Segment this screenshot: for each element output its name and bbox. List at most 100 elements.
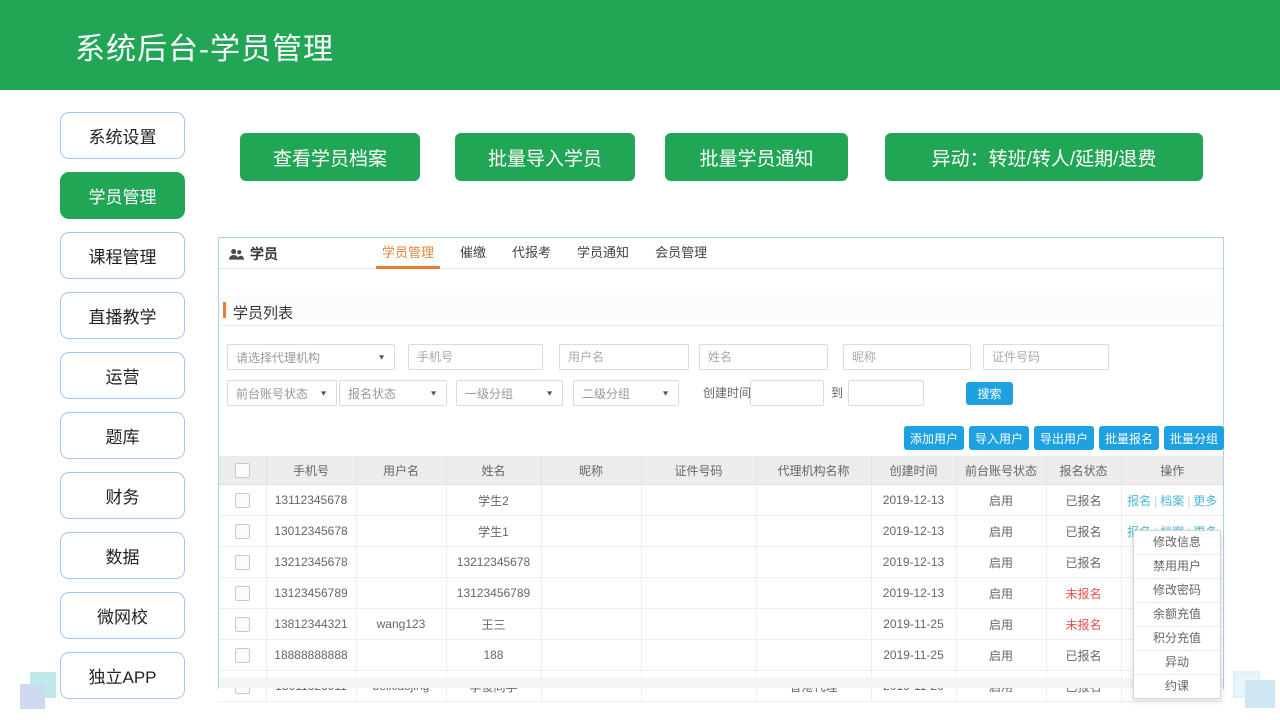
menu-item-1[interactable]: 修改信息 xyxy=(1134,531,1220,554)
table-cell: wang123 xyxy=(356,609,446,640)
row-checkbox-cell xyxy=(219,485,266,516)
table-cell xyxy=(541,516,641,547)
chevron-down-icon: ▼ xyxy=(545,389,554,397)
table-row: 188888888881882019-11-25启用已报名 xyxy=(219,640,1223,671)
reg-status-cell: 已报名 xyxy=(1046,516,1121,547)
reg-status-cell: 已报名 xyxy=(1046,640,1121,671)
table-cell: 13212345678 xyxy=(266,547,356,578)
quick-action-button-3[interactable]: 批量学员通知 xyxy=(665,133,848,181)
column-header: 前台账号状态 xyxy=(956,456,1046,485)
sidebar-item-4[interactable]: 直播教学 xyxy=(60,292,185,339)
sidebar-item-7[interactable]: 财务 xyxy=(60,472,185,519)
sidebar-item-1[interactable]: 系统设置 xyxy=(60,112,185,159)
chevron-down-icon: ▼ xyxy=(429,389,438,397)
reg-status-cell: 已报名 xyxy=(1046,547,1121,578)
column-header: 操作 xyxy=(1121,456,1223,485)
table-cell: 学生2 xyxy=(446,485,541,516)
group1-select[interactable]: 一级分组 ▼ xyxy=(456,380,563,406)
quick-action-button-2[interactable]: 批量导入学员 xyxy=(455,133,635,181)
group2-select[interactable]: 二级分组 ▼ xyxy=(573,380,679,406)
table-action-button-5[interactable]: 批量分组 xyxy=(1164,426,1224,450)
menu-item-4[interactable]: 余额充值 xyxy=(1134,602,1220,626)
sidebar-item-9[interactable]: 微网校 xyxy=(60,592,185,639)
table-cell xyxy=(641,516,756,547)
quick-action-button-4[interactable]: 异动：转班/转人/延期/退费 xyxy=(885,133,1203,181)
table-cell xyxy=(541,485,641,516)
select-all-checkbox[interactable] xyxy=(235,463,250,478)
table-cell xyxy=(541,547,641,578)
table-cell xyxy=(641,547,756,578)
id-number-input[interactable] xyxy=(983,344,1109,370)
search-button[interactable]: 搜索 xyxy=(966,382,1013,405)
module-label: 学员 xyxy=(229,244,278,264)
sidebar-item-6[interactable]: 题库 xyxy=(60,412,185,459)
table-row: 13012345678学生12019-12-13启用已报名报名|档案|更多 xyxy=(219,516,1223,547)
table-cell xyxy=(756,485,871,516)
row-checkbox[interactable] xyxy=(235,586,250,601)
students-table: 手机号用户名姓名昵称证件号码代理机构名称创建时间前台账号状态报名状态操作1311… xyxy=(219,456,1223,702)
table-cell xyxy=(641,485,756,516)
tab-5[interactable]: 会员管理 xyxy=(649,238,713,269)
menu-item-6[interactable]: 异动 xyxy=(1134,650,1220,674)
table-cell: 13123456789 xyxy=(266,578,356,609)
table-action-button-4[interactable]: 批量报名 xyxy=(1099,426,1159,450)
created-time-label: 创建时间 xyxy=(703,380,751,406)
nickname-input[interactable] xyxy=(843,344,971,370)
table-action-button-1[interactable]: 添加用户 xyxy=(904,426,964,450)
table-cell: 2019-12-13 xyxy=(871,516,956,547)
row-action-link-1[interactable]: 报名 xyxy=(1127,494,1151,508)
menu-item-2[interactable]: 禁用用户 xyxy=(1134,554,1220,578)
link-separator: | xyxy=(1154,494,1157,508)
table-cell: 13123456789 xyxy=(446,578,541,609)
table-cell: 学生1 xyxy=(446,516,541,547)
group2-value: 二级分组 xyxy=(582,385,630,402)
row-action-link-3[interactable]: 更多 xyxy=(1193,494,1217,508)
quick-action-button-1[interactable]: 查看学员档案 xyxy=(240,133,420,181)
sidebar-item-10[interactable]: 独立APP xyxy=(60,652,185,699)
sidebar-item-5[interactable]: 运营 xyxy=(60,352,185,399)
row-checkbox[interactable] xyxy=(235,493,250,508)
created-from-input[interactable] xyxy=(750,380,824,406)
menu-item-5[interactable]: 积分充值 xyxy=(1134,626,1220,650)
tab-4[interactable]: 学员通知 xyxy=(571,238,635,269)
phone-input[interactable] xyxy=(408,344,543,370)
menu-item-3[interactable]: 修改密码 xyxy=(1134,578,1220,602)
username-input[interactable] xyxy=(559,344,689,370)
row-checkbox-cell xyxy=(219,640,266,671)
table-cell: 启用 xyxy=(956,485,1046,516)
table-cell xyxy=(541,578,641,609)
sidebar-item-2[interactable]: 学员管理 xyxy=(60,172,185,219)
row-checkbox[interactable] xyxy=(235,524,250,539)
name-input[interactable] xyxy=(699,344,828,370)
reg-status-cell: 未报名 xyxy=(1046,578,1121,609)
table-action-button-2[interactable]: 导入用户 xyxy=(969,426,1029,450)
table-cell xyxy=(756,547,871,578)
row-actions-cell: 报名|档案|更多 xyxy=(1121,485,1223,516)
column-header: 昵称 xyxy=(541,456,641,485)
agency-select[interactable]: 请选择代理机构 ▼ xyxy=(227,344,395,370)
tab-2[interactable]: 催缴 xyxy=(454,238,492,269)
link-separator: | xyxy=(1187,494,1190,508)
tab-3[interactable]: 代报考 xyxy=(506,238,557,269)
reg-status-select[interactable]: 报名状态 ▼ xyxy=(339,380,447,406)
row-checkbox[interactable] xyxy=(235,617,250,632)
table-cell xyxy=(756,609,871,640)
table-cell xyxy=(356,578,446,609)
more-actions-menu: 修改信息禁用用户修改密码余额充值积分充值异动约课 xyxy=(1133,530,1221,699)
column-header: 创建时间 xyxy=(871,456,956,485)
account-status-select[interactable]: 前台账号状态 ▼ xyxy=(227,380,337,406)
table-cell: 启用 xyxy=(956,609,1046,640)
tabs: 学员管理催缴代报考学员通知会员管理 xyxy=(376,238,727,269)
row-checkbox[interactable] xyxy=(235,555,250,570)
row-checkbox[interactable] xyxy=(235,648,250,663)
created-to-input[interactable] xyxy=(848,380,924,406)
row-action-link-2[interactable]: 档案 xyxy=(1160,494,1184,508)
menu-item-7[interactable]: 约课 xyxy=(1134,674,1220,698)
tab-1[interactable]: 学员管理 xyxy=(376,238,440,269)
table-action-button-3[interactable]: 导出用户 xyxy=(1034,426,1094,450)
table-cell: 启用 xyxy=(956,547,1046,578)
sidebar-item-3[interactable]: 课程管理 xyxy=(60,232,185,279)
chevron-down-icon: ▼ xyxy=(319,389,328,397)
sidebar-item-8[interactable]: 数据 xyxy=(60,532,185,579)
table-cell xyxy=(541,640,641,671)
